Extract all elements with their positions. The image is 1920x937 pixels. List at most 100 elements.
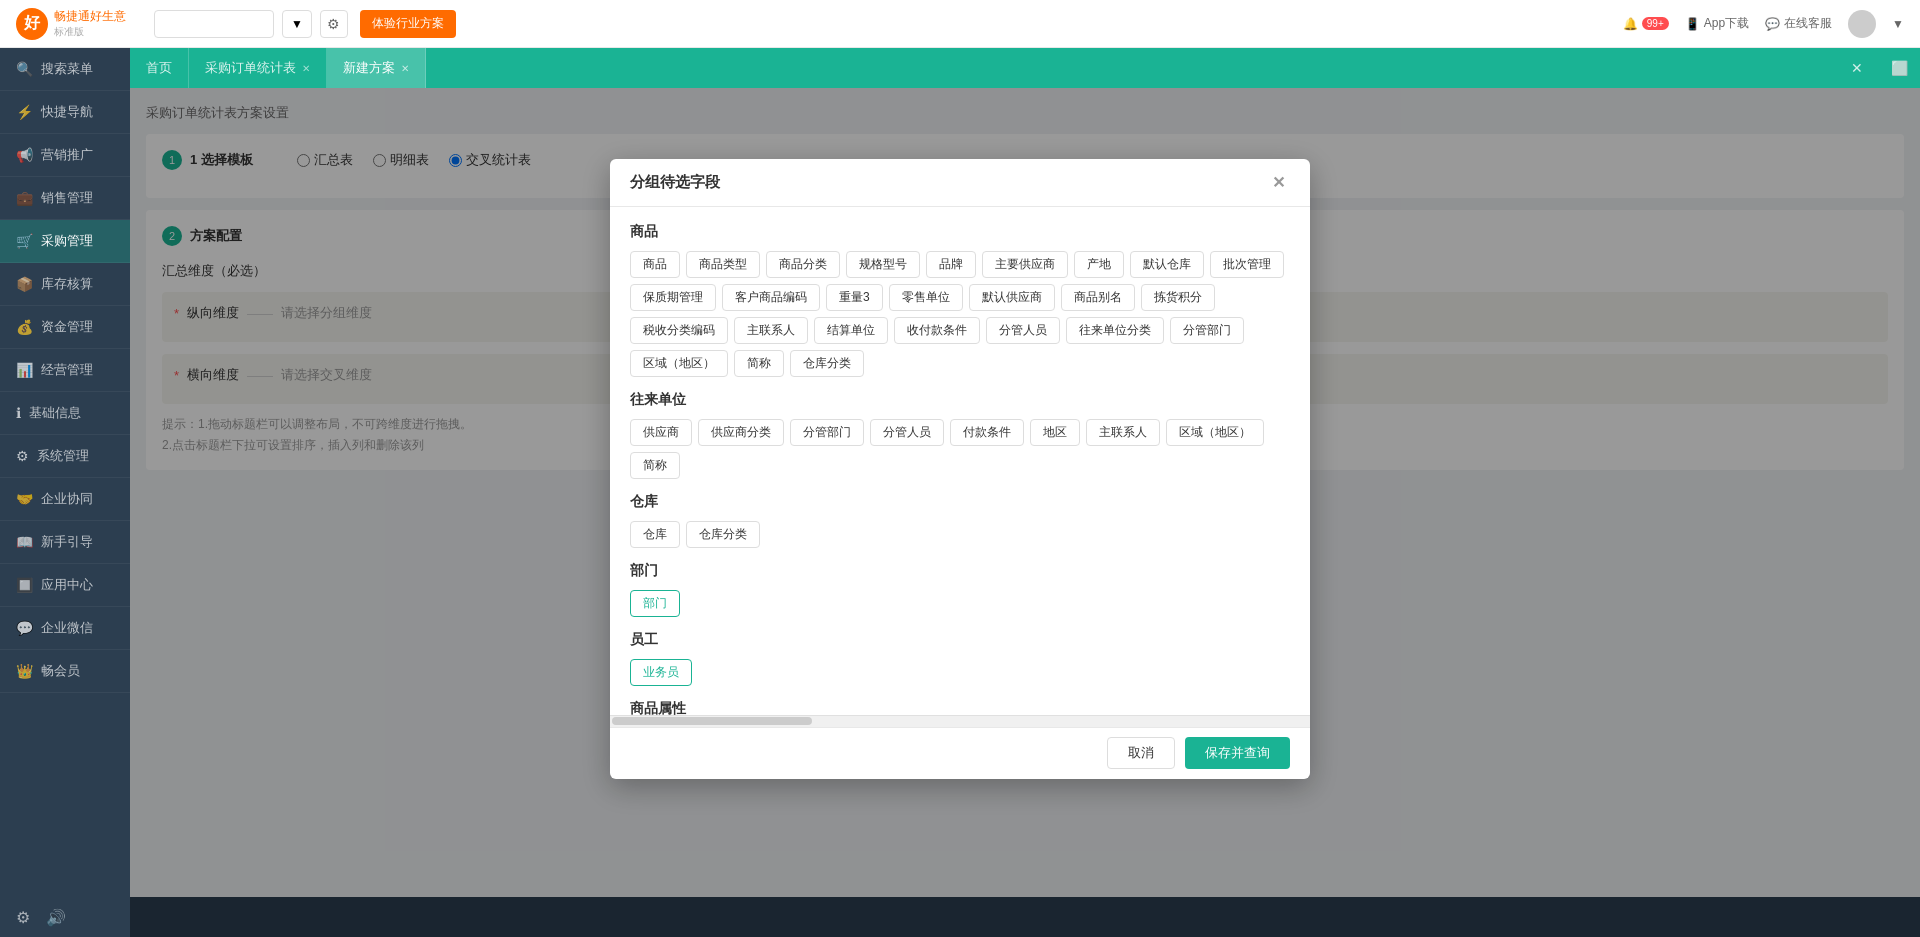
field-spec-model[interactable]: 规格型号 [846, 251, 920, 278]
field-supervisor[interactable]: 分管人员 [986, 317, 1060, 344]
notification-badge: 99+ [1642, 17, 1669, 30]
field-product[interactable]: 商品 [630, 251, 680, 278]
sidebar-item-inventory[interactable]: 📦 库存核算 [0, 263, 130, 306]
management-icon: 📊 [16, 362, 33, 378]
field-warehouse-category[interactable]: 仓库分类 [790, 350, 864, 377]
staff-fields: 业务员 [630, 659, 1290, 686]
tab-new-plan[interactable]: 新建方案 ✕ [327, 48, 426, 88]
field-payment-condition[interactable]: 付款条件 [950, 419, 1024, 446]
field-quality-mgmt[interactable]: 保质期管理 [630, 284, 716, 311]
bottom-settings-icon[interactable]: ⚙ [16, 908, 30, 927]
field-brand[interactable]: 品牌 [926, 251, 976, 278]
field-batch-mgmt[interactable]: 批次管理 [1210, 251, 1284, 278]
user-avatar[interactable] [1848, 10, 1876, 38]
top-right-area: 🔔 99+ 📱 App下载 💬 在线客服 ▼ [1623, 10, 1904, 38]
sidebar-item-quick-nav[interactable]: ⚡ 快捷导航 [0, 91, 130, 134]
field-partner-short-name[interactable]: 简称 [630, 452, 680, 479]
settings-button[interactable]: ⚙ [320, 10, 348, 38]
tab-home[interactable]: 首页 [130, 48, 189, 88]
field-salesperson[interactable]: 业务员 [630, 659, 692, 686]
logo-icon: 好 [16, 8, 48, 40]
tab-close-purchase[interactable]: ✕ [302, 63, 310, 74]
sidebar-item-system[interactable]: ⚙ 系统管理 [0, 435, 130, 478]
guide-icon: 📖 [16, 534, 33, 550]
search-button[interactable]: ▼ [282, 10, 312, 38]
user-menu[interactable]: ▼ [1892, 17, 1904, 31]
save-button[interactable]: 保存并查询 [1185, 737, 1290, 769]
online-service[interactable]: 💬 在线客服 [1765, 15, 1832, 32]
cancel-button[interactable]: 取消 [1107, 737, 1175, 769]
sidebar-item-basic-info[interactable]: ℹ 基础信息 [0, 392, 130, 435]
field-customer-code[interactable]: 客户商品编码 [722, 284, 820, 311]
field-warehouse[interactable]: 仓库 [630, 521, 680, 548]
field-origin[interactable]: 产地 [1074, 251, 1124, 278]
sidebar-item-sales[interactable]: 💼 销售管理 [0, 177, 130, 220]
top-bar: 好 畅捷通好生意 标准版 ▼ ⚙ 体验行业方案 🔔 99+ 📱 App下载 💬 … [0, 0, 1920, 48]
field-partner-category[interactable]: 往来单位分类 [1066, 317, 1164, 344]
tab-close-new-plan[interactable]: ✕ [401, 63, 409, 74]
app-download[interactable]: 📱 App下载 [1685, 15, 1749, 32]
field-short-name[interactable]: 简称 [734, 350, 784, 377]
tab-bar: 首页 采购订单统计表 ✕ 新建方案 ✕ ✕ ⬜ [130, 48, 1920, 88]
sidebar-item-finance[interactable]: 💰 资金管理 [0, 306, 130, 349]
dialog-close-button[interactable]: ✕ [1266, 170, 1290, 194]
field-area[interactable]: 地区 [1030, 419, 1080, 446]
bottom-audio-icon[interactable]: 🔊 [46, 908, 66, 927]
field-tax-code[interactable]: 税收分类编码 [630, 317, 728, 344]
field-main-supplier[interactable]: 主要供应商 [982, 251, 1068, 278]
sidebar-item-management[interactable]: 📊 经营管理 [0, 349, 130, 392]
sidebar-item-purchase[interactable]: 🛒 采购管理 [0, 220, 130, 263]
sidebar-item-search[interactable]: 🔍 搜索菜单 [0, 48, 130, 91]
notification-bell[interactable]: 🔔 99+ [1623, 17, 1669, 31]
top-search-area: ▼ ⚙ 体验行业方案 [154, 10, 456, 38]
system-icon: ⚙ [16, 448, 29, 464]
section-title-warehouse: 仓库 [630, 493, 1290, 511]
sidebar-item-marketing[interactable]: 📢 营销推广 [0, 134, 130, 177]
field-product-type[interactable]: 商品类型 [686, 251, 760, 278]
wechat-icon: 💬 [16, 620, 33, 636]
tab-purchase-stat[interactable]: 采购订单统计表 ✕ [189, 48, 327, 88]
field-product-alias[interactable]: 商品别名 [1061, 284, 1135, 311]
warehouse-fields: 仓库 仓库分类 [630, 521, 1290, 548]
tab-maximize[interactable]: ⬜ [1879, 60, 1920, 76]
sidebar-item-member[interactable]: 👑 畅会员 [0, 650, 130, 693]
field-payment-terms[interactable]: 收付款条件 [894, 317, 980, 344]
dialog-body[interactable]: 商品 商品 商品类型 商品分类 规格型号 品牌 主要供应商 产地 默认仓库 批次… [610, 207, 1310, 715]
field-main-contact[interactable]: 主联系人 [734, 317, 808, 344]
sidebar-item-collab[interactable]: 🤝 企业协同 [0, 478, 130, 521]
field-retail-unit[interactable]: 零售单位 [889, 284, 963, 311]
inventory-icon: 📦 [16, 276, 33, 292]
field-pick-points[interactable]: 拣货积分 [1141, 284, 1215, 311]
quick-nav-icon: ⚡ [16, 104, 33, 120]
field-default-supplier[interactable]: 默认供应商 [969, 284, 1055, 311]
field-department[interactable]: 部门 [630, 590, 680, 617]
section-title-product: 商品 [630, 223, 1290, 241]
search-icon: 🔍 [16, 61, 33, 77]
section-title-dept: 部门 [630, 562, 1290, 580]
field-dept[interactable]: 分管部门 [1170, 317, 1244, 344]
member-icon: 👑 [16, 663, 33, 679]
dialog-title: 分组待选字段 [630, 173, 720, 192]
trial-button[interactable]: 体验行业方案 [360, 10, 456, 38]
field-supplier[interactable]: 供应商 [630, 419, 692, 446]
field-partner-region[interactable]: 区域（地区） [1166, 419, 1264, 446]
sidebar-item-apps[interactable]: 🔲 应用中心 [0, 564, 130, 607]
dialog-header: 分组待选字段 ✕ [610, 159, 1310, 207]
field-partner-dept[interactable]: 分管部门 [790, 419, 864, 446]
field-settlement-unit[interactable]: 结算单位 [814, 317, 888, 344]
field-default-warehouse[interactable]: 默认仓库 [1130, 251, 1204, 278]
field-weight[interactable]: 重量3 [826, 284, 883, 311]
tab-minimize[interactable]: ✕ [1839, 60, 1875, 76]
field-wh-category[interactable]: 仓库分类 [686, 521, 760, 548]
field-region[interactable]: 区域（地区） [630, 350, 728, 377]
field-partner-supervisor[interactable]: 分管人员 [870, 419, 944, 446]
finance-icon: 💰 [16, 319, 33, 335]
dialog-horizontal-scrollbar[interactable] [610, 715, 1310, 727]
field-partner-main-contact[interactable]: 主联系人 [1086, 419, 1160, 446]
h-scroll-thumb[interactable] [612, 717, 812, 725]
field-supplier-category[interactable]: 供应商分类 [698, 419, 784, 446]
sidebar-item-guide[interactable]: 📖 新手引导 [0, 521, 130, 564]
search-input[interactable] [154, 10, 274, 38]
sidebar-item-wechat[interactable]: 💬 企业微信 [0, 607, 130, 650]
field-product-category[interactable]: 商品分类 [766, 251, 840, 278]
